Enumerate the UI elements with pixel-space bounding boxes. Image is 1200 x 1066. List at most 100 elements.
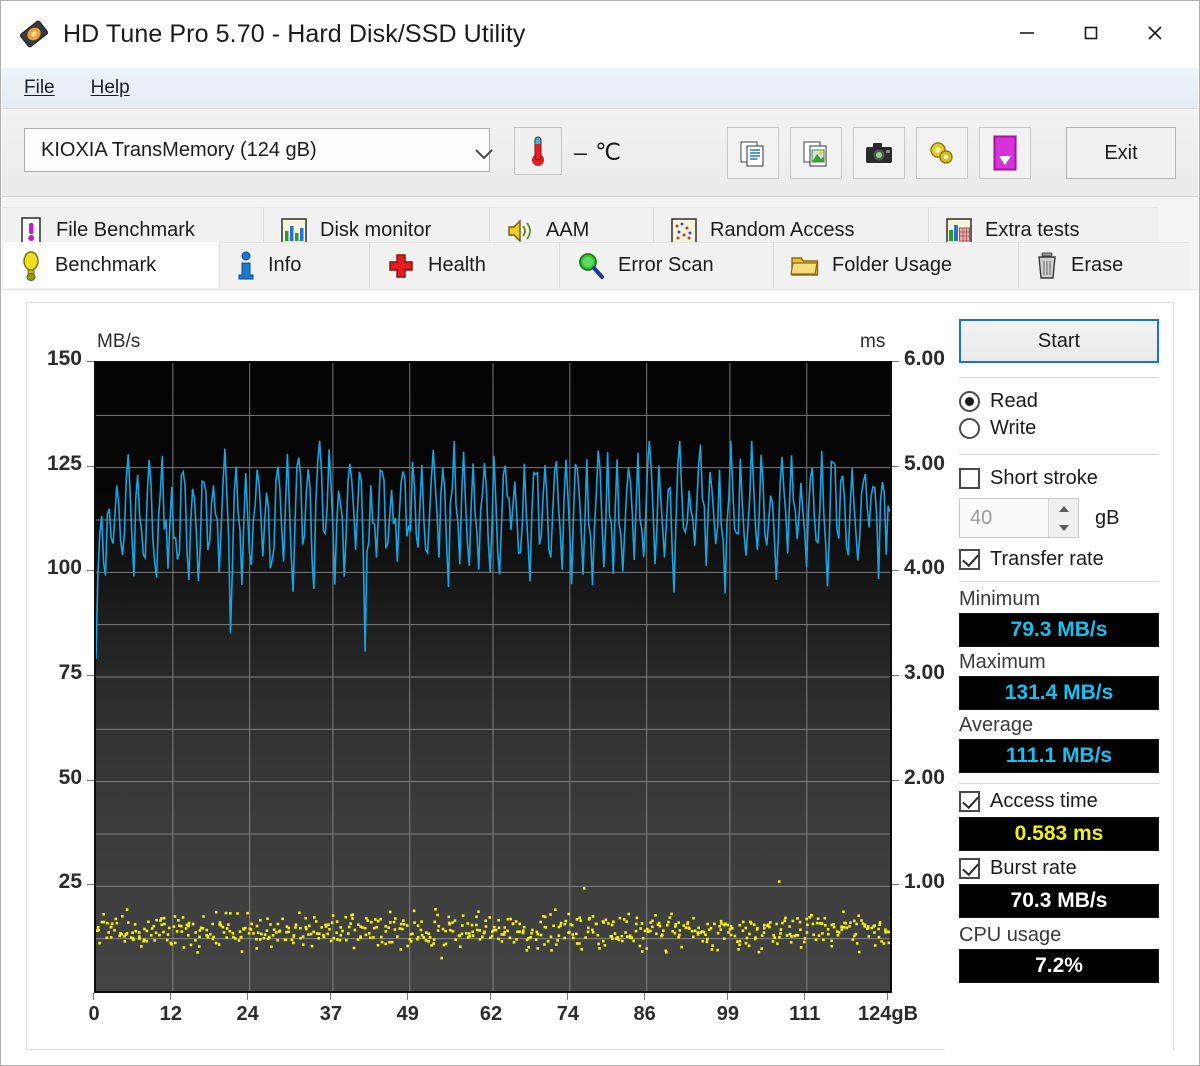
x-tick-label: 74	[556, 1003, 579, 1025]
toolbar: KIOXIA TransMemory (124 gB) – ℃ Exit	[2, 109, 1198, 197]
y2-tick	[892, 465, 899, 467]
start-button[interactable]: Start	[959, 319, 1159, 363]
x-tick-label: 124gB	[857, 1003, 919, 1025]
trash-icon	[1035, 251, 1059, 281]
y-tick	[87, 779, 94, 781]
x-tick	[406, 993, 408, 1000]
radio-read[interactable]: Read	[959, 390, 1159, 413]
file-benchmark-icon	[18, 216, 44, 246]
y-tick-label: 50	[58, 765, 82, 789]
y-tick	[87, 675, 94, 676]
checkbox-transfer-rate-label: Transfer rate	[990, 548, 1104, 570]
menu-help-label: Help	[90, 76, 130, 98]
chart-y2label: ms	[860, 331, 886, 352]
thermometer-icon	[532, 136, 544, 166]
x-tick-label: 37	[319, 1003, 343, 1025]
checkbox-transfer-rate[interactable]: Transfer rate	[959, 548, 1159, 571]
drive-select[interactable]: KIOXIA TransMemory (124 gB)	[24, 128, 493, 172]
tab-file-benchmark-label: File Benchmark	[56, 219, 195, 241]
exit-button-label: Exit	[1104, 141, 1138, 164]
exit-button[interactable]: Exit	[1066, 127, 1176, 179]
folder-icon	[790, 253, 820, 279]
burst-rate-value: 70.3 MB/s	[1010, 889, 1108, 912]
y-tick	[87, 570, 94, 572]
checkbox-burst-rate-label: Burst rate	[990, 857, 1077, 879]
extra-tests-icon	[945, 217, 973, 245]
x-tick-label: 86	[633, 1003, 656, 1025]
copy-text-button[interactable]	[727, 127, 779, 179]
checkbox-transfer-rate-indicator	[959, 549, 980, 570]
chart-plot-area	[94, 361, 892, 993]
settings-button[interactable]	[916, 127, 968, 179]
content-area: MB/s ms 150 125 100 75 50 25 6.00 5.00 4.00 3.00…	[2, 289, 1198, 1065]
temperature-value: – ℃	[574, 139, 623, 165]
menu-help[interactable]: Help	[77, 77, 144, 99]
x-tick	[566, 993, 568, 1000]
x-tick	[329, 993, 331, 1000]
tab-health[interactable]: Health	[370, 242, 560, 288]
y2-tick	[892, 361, 899, 362]
checkbox-access-time-label: Access time	[990, 790, 1098, 812]
average-label: Average	[959, 714, 1034, 736]
x-tick	[490, 993, 491, 1000]
stepper-up-icon[interactable]	[1049, 499, 1078, 518]
bar-chart-icon	[280, 217, 308, 245]
minimize-button[interactable]	[995, 11, 1059, 55]
download-arrow-icon	[993, 135, 1017, 171]
checkbox-burst-rate[interactable]: Burst rate	[959, 857, 1159, 880]
checkbox-access-time[interactable]: Access time	[959, 790, 1159, 813]
y2-tick	[892, 779, 899, 781]
tab-random-access-label: Random Access	[710, 219, 855, 241]
divider-4	[959, 783, 1159, 784]
checkbox-short-stroke-indicator	[959, 468, 980, 489]
y-tick-label: 25	[58, 870, 82, 894]
x-tick-label: 0	[88, 1003, 100, 1025]
divider-2	[959, 454, 1159, 455]
x-tick-label: 111	[789, 1003, 821, 1025]
close-button[interactable]	[1123, 11, 1187, 55]
screenshot-button[interactable]	[853, 127, 905, 179]
tab-error-scan[interactable]: Error Scan	[560, 242, 774, 288]
camera-icon	[866, 143, 892, 163]
short-stroke-input[interactable]: 40	[959, 498, 1079, 538]
save-button[interactable]	[979, 127, 1031, 179]
maximize-button[interactable]	[1059, 11, 1123, 55]
y2-tick-label: 2.00	[904, 765, 945, 789]
tab-aam-label: AAM	[546, 219, 590, 241]
tab-erase-label: Erase	[1071, 254, 1124, 276]
short-stroke-value: 40	[970, 506, 993, 529]
stepper-down-icon[interactable]	[1049, 518, 1078, 537]
burst-rate-value-box: 70.3 MB/s	[959, 884, 1159, 918]
tab-erase[interactable]: Erase	[1019, 242, 1189, 288]
tab-info[interactable]: Info	[220, 242, 370, 288]
tab-folder-usage-label: Folder Usage	[832, 254, 953, 276]
copy-image-button[interactable]	[790, 127, 842, 179]
tab-folder-usage[interactable]: Folder Usage	[774, 242, 1019, 288]
checkbox-burst-rate-indicator	[959, 858, 980, 879]
copy-document-icon	[740, 141, 764, 167]
tab-error-scan-label: Error Scan	[618, 254, 714, 276]
app-icon	[19, 19, 49, 49]
x-tick	[803, 993, 805, 1000]
cpu-usage-label: CPU usage	[959, 924, 1062, 946]
copy-image-icon	[803, 141, 827, 167]
short-stroke-stepper[interactable]	[1048, 499, 1078, 537]
checkbox-short-stroke[interactable]: Short stroke	[959, 467, 1159, 490]
cpu-usage-value-box: 7.2%	[959, 949, 1159, 983]
window-title: HD Tune Pro 5.70 - Hard Disk/SSD Utility	[63, 19, 526, 48]
x-tick	[93, 993, 94, 1000]
menu-file[interactable]: File	[10, 77, 69, 99]
tab-benchmark[interactable]: Benchmark	[2, 242, 220, 288]
radio-write[interactable]: Write	[959, 417, 1159, 440]
x-tick	[887, 993, 888, 1000]
y2-tick-label: 1.00	[904, 870, 945, 894]
x-tick-label: 24	[236, 1003, 259, 1025]
magnifier-icon	[576, 251, 606, 281]
menu-bar: File Help	[2, 67, 1198, 109]
maximum-label: Maximum	[959, 651, 1046, 673]
chart-svg	[96, 363, 890, 991]
tab-row-bottom: Benchmark Info Health Error Scan Folder …	[2, 242, 1198, 288]
access-time-value-box: 0.583 ms	[959, 817, 1159, 851]
x-tick-label: 99	[716, 1003, 740, 1025]
gears-icon	[930, 142, 953, 164]
